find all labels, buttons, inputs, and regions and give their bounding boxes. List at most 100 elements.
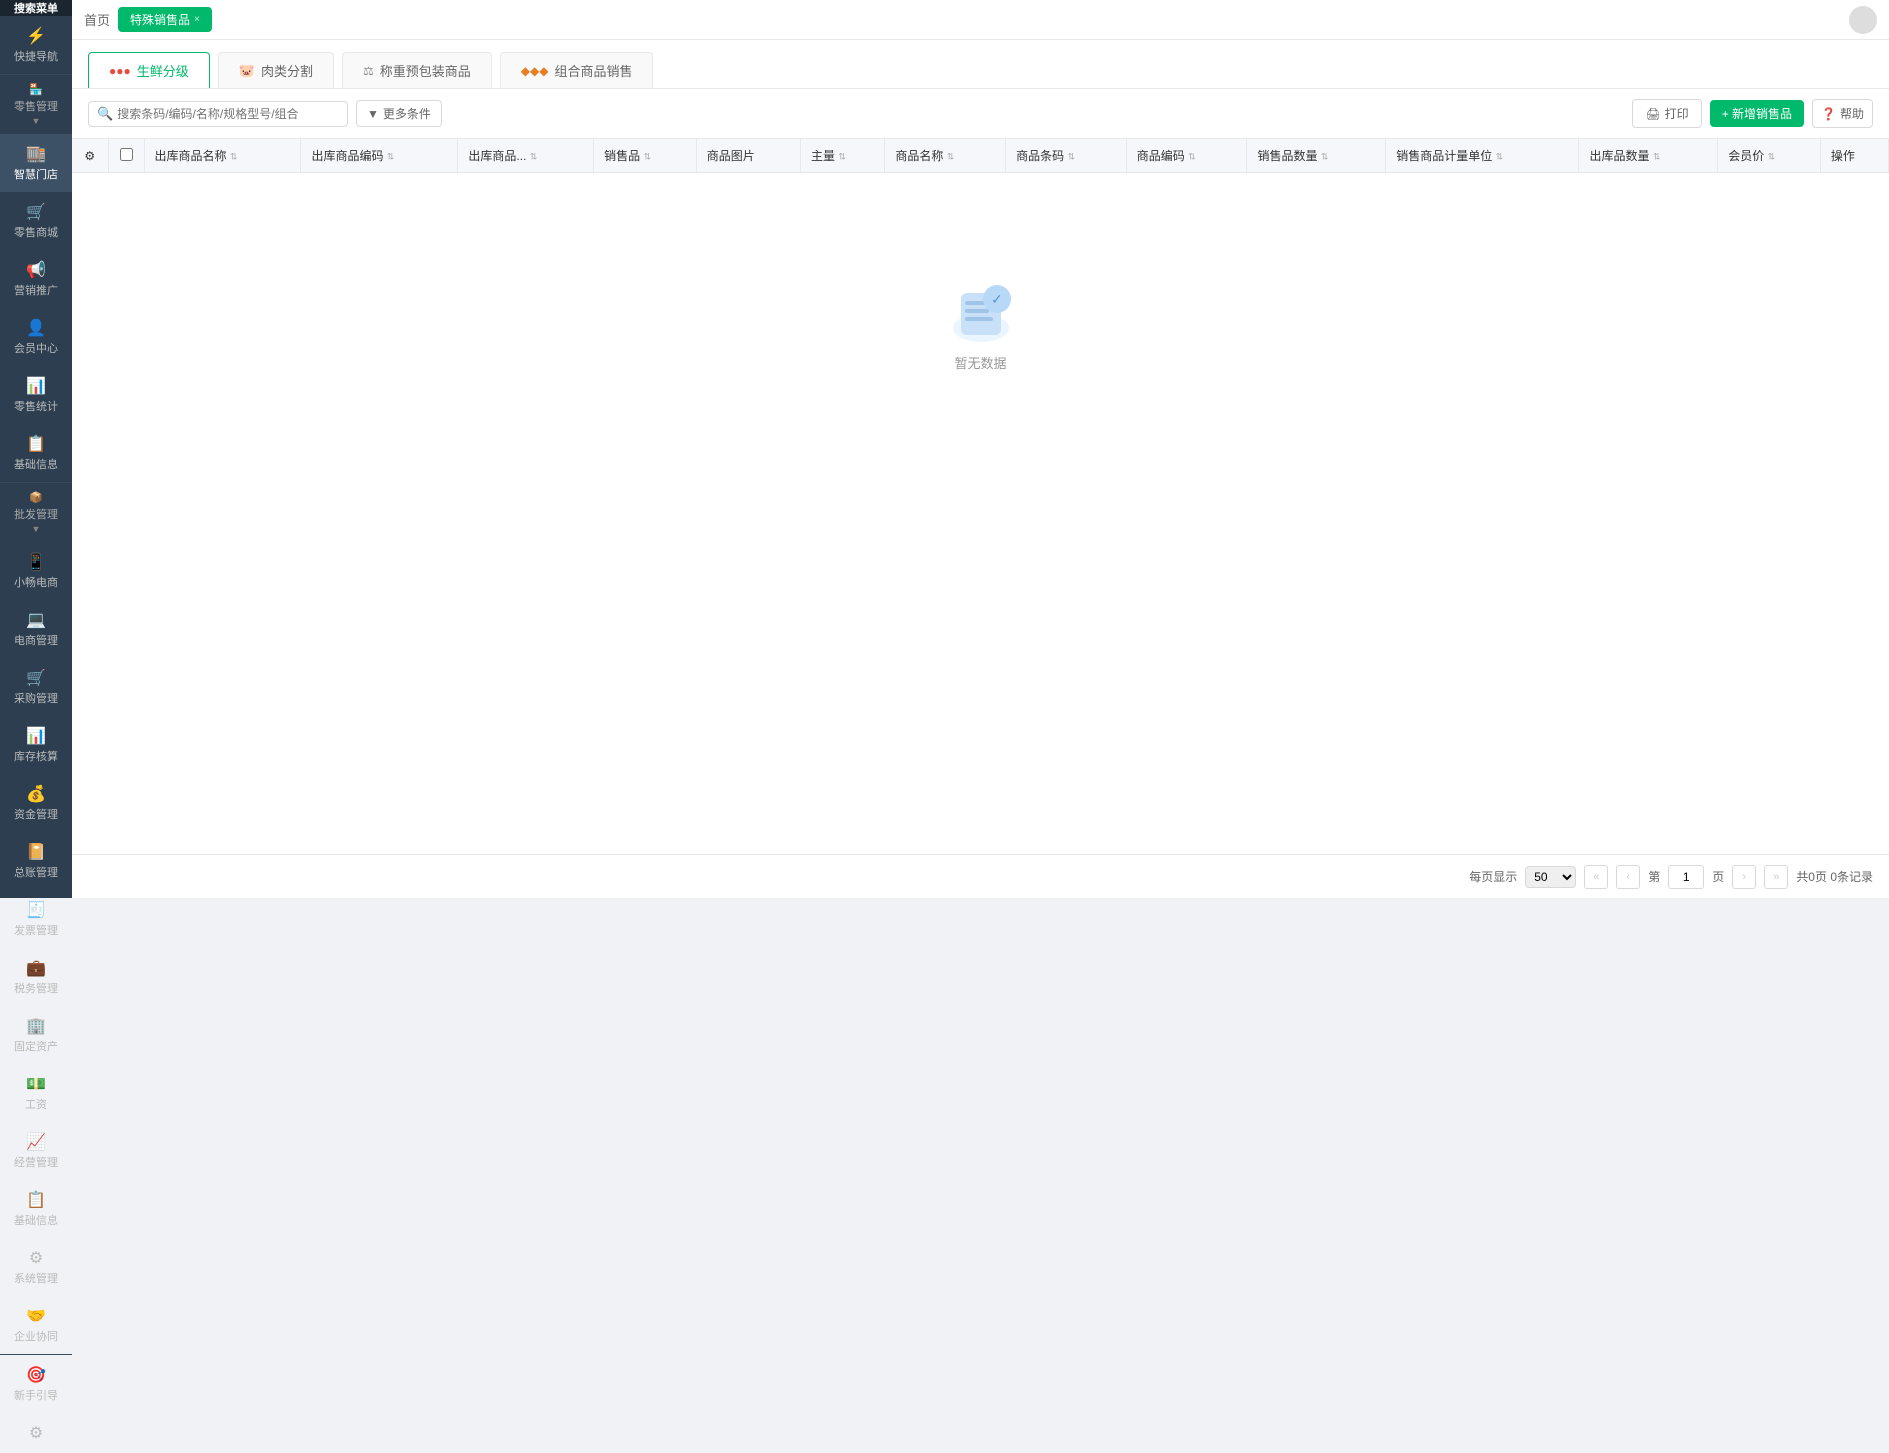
sidebar-item-sales-promo[interactable]: 📢 营销推广: [0, 250, 72, 308]
sidebar-item-quick-nav[interactable]: ⚡ 快捷导航: [0, 16, 72, 74]
page-size-select[interactable]: 50 10 20 100: [1525, 866, 1576, 888]
mini-ecommerce-icon: 📱: [26, 552, 46, 572]
th-sale-unit[interactable]: 销售商品计量单位 ⇅: [1386, 139, 1579, 173]
sidebar-item-label: 总账管理: [14, 864, 58, 880]
search-icon: 🔍: [97, 106, 113, 122]
sidebar-item-fund-mgmt[interactable]: 💰 资金管理: [0, 774, 72, 832]
total-info: 共0页 0条记录: [1796, 868, 1873, 885]
sort-icon: ⇅: [644, 151, 652, 161]
help-button[interactable]: ❓ 帮助: [1812, 99, 1873, 128]
sidebar-item-fixed-assets[interactable]: 🏢 固定资产: [0, 1006, 72, 1064]
sidebar-item-smart-store[interactable]: 🏬 智慧门店: [0, 134, 72, 192]
sort-icon: ⇅: [530, 151, 538, 161]
sidebar-item-basic-info[interactable]: 📋 基础信息: [0, 424, 72, 482]
sidebar-item-tax-mgmt[interactable]: 💼 税务管理: [0, 948, 72, 1006]
th-product-barcode[interactable]: 商品条码 ⇅: [1006, 139, 1127, 173]
sort-icon: ⇅: [1067, 151, 1075, 161]
tab-fresh-grade-label: 生鲜分级: [137, 61, 189, 80]
th-out-name[interactable]: 出库商品名称 ⇅: [144, 139, 301, 173]
sidebar-item-basic-info2[interactable]: 📋 基础信息: [0, 1180, 72, 1238]
retail-mall-icon: 🛒: [26, 202, 46, 222]
pagination: 每页显示 50 10 20 100 « ‹ 第 页 › » 共0页 0条记录: [72, 854, 1889, 898]
th-product-code[interactable]: 商品编码 ⇅: [1126, 139, 1247, 173]
last-page-button[interactable]: »: [1764, 865, 1788, 889]
sidebar-item-label: 系统管理: [14, 1270, 58, 1286]
tab-meat-cut[interactable]: 🐷 肉类分割: [218, 52, 334, 88]
tab-combo-sales[interactable]: ◆◆◆ 组合商品销售: [500, 52, 654, 88]
th-product-name[interactable]: 商品名称 ⇅: [885, 139, 1006, 173]
sidebar-item-inventory-check[interactable]: 📊 库存核算: [0, 716, 72, 774]
help-label: 帮助: [1840, 105, 1864, 122]
table-header: ⚙ 出库商品名称 ⇅ 出库商品编码 ⇅ 出库: [72, 139, 1889, 173]
sidebar-item-system-mgmt[interactable]: ⚙ 系统管理: [0, 1238, 72, 1296]
newbie-guide-icon: 🎯: [26, 1365, 46, 1385]
next-page-button[interactable]: ›: [1732, 865, 1756, 889]
sort-icon: ⇅: [387, 151, 395, 161]
sidebar-logo[interactable]: 搜索菜单: [0, 0, 72, 16]
sales-promo-icon: 📢: [26, 260, 46, 280]
ecommerce-mgmt-icon: 💻: [26, 610, 46, 630]
sidebar-item-label: 企业协同: [14, 1328, 58, 1344]
filter-label: 更多条件: [383, 105, 431, 122]
sidebar-item-wages[interactable]: 💵 工资: [0, 1064, 72, 1122]
breadcrumb-home[interactable]: 首页: [84, 10, 110, 29]
tab-close-icon[interactable]: ×: [194, 14, 200, 25]
sort-icon: ⇅: [1188, 151, 1196, 161]
sidebar-item-operations-mgmt[interactable]: 📈 经营管理: [0, 1122, 72, 1180]
tab-fresh-grade[interactable]: ●●● 生鲜分级: [88, 52, 210, 88]
th-sale-item[interactable]: 销售品 ⇅: [594, 139, 697, 173]
filter-button[interactable]: ▼ 更多条件: [356, 100, 442, 127]
sidebar-bottom: 🎯 新手引导 ⚙: [0, 1354, 72, 1453]
th-out-code[interactable]: 出库商品编码 ⇅: [301, 139, 458, 173]
enterprise-coop-icon: 🤝: [26, 1306, 46, 1326]
new-button[interactable]: + 新增销售品: [1710, 100, 1804, 127]
page-unit-label: 页: [1712, 868, 1724, 885]
sidebar-item-general-ledger[interactable]: 📔 总账管理: [0, 832, 72, 890]
sidebar-item-invoice-mgmt[interactable]: 🧾 发票管理: [0, 890, 72, 948]
first-page-button[interactable]: «: [1584, 865, 1608, 889]
sidebar-item-label: 采购管理: [14, 690, 58, 706]
th-settings[interactable]: ⚙: [72, 139, 108, 173]
tab-weigh-pack[interactable]: ⚖ 称重预包装商品: [342, 52, 492, 88]
sidebar-item-newbie-guide[interactable]: 🎯 新手引导: [0, 1355, 72, 1413]
page-size-label: 每页显示: [1469, 868, 1517, 885]
sidebar-item-label: 小畅电商: [14, 574, 58, 590]
select-all-checkbox[interactable]: [120, 148, 133, 161]
fund-mgmt-icon: 💰: [26, 784, 46, 804]
active-tab[interactable]: 特殊销售品 ×: [118, 7, 212, 32]
page-label: 第: [1648, 868, 1660, 885]
print-button[interactable]: 🖨 打印: [1632, 99, 1701, 128]
sidebar-item-member-center[interactable]: 👤 会员中心: [0, 308, 72, 366]
wages-icon: 💵: [26, 1074, 46, 1094]
chevron-down-icon2: ▼: [32, 524, 41, 534]
search-input[interactable]: [117, 107, 337, 121]
sidebar-item-wholesale-mgmt[interactable]: 📦 批发管理 ▼: [0, 482, 72, 542]
sidebar-item-ecommerce-mgmt[interactable]: 💻 电商管理: [0, 600, 72, 658]
th-sale-qty[interactable]: 销售品数量 ⇅: [1247, 139, 1386, 173]
user-avatar[interactable]: [1849, 6, 1877, 34]
sidebar-item-retail-mall[interactable]: 🛒 零售商城: [0, 192, 72, 250]
th-out-qty[interactable]: 出库品数量 ⇅: [1579, 139, 1718, 173]
wholesale-mgmt-icon: 📦: [29, 491, 43, 504]
general-ledger-icon: 📔: [26, 842, 46, 862]
new-label: + 新增销售品: [1722, 105, 1792, 122]
sidebar-item-purchase-mgmt[interactable]: 🛒 采购管理: [0, 658, 72, 716]
sidebar-item-label: 发票管理: [14, 922, 58, 938]
chevron-down-icon: ▼: [32, 116, 41, 126]
th-member-price[interactable]: 会员价 ⇅: [1718, 139, 1821, 173]
page-number-input[interactable]: [1668, 865, 1704, 889]
settings-button[interactable]: ⚙: [0, 1413, 72, 1453]
sidebar-item-mini-ecommerce[interactable]: 📱 小畅电商: [0, 542, 72, 600]
member-center-icon: 👤: [26, 318, 46, 338]
th-main-weight[interactable]: 主量 ⇅: [800, 139, 884, 173]
sidebar-item-retail-stats[interactable]: 📊 零售统计: [0, 366, 72, 424]
search-box[interactable]: 🔍: [88, 101, 348, 127]
th-out-spec[interactable]: 出库商品... ⇅: [458, 139, 594, 173]
prev-page-button[interactable]: ‹: [1616, 865, 1640, 889]
empty-mascot-icon: ✓: [941, 273, 1021, 353]
th-checkbox[interactable]: [108, 139, 144, 173]
sidebar-item-retail-mgmt[interactable]: 🏪 零售管理 ▼: [0, 74, 72, 134]
retail-mgmt-icon: 🏪: [29, 83, 43, 96]
sidebar-item-enterprise-coop[interactable]: 🤝 企业协同: [0, 1296, 72, 1354]
topbar-right: [1849, 6, 1877, 34]
